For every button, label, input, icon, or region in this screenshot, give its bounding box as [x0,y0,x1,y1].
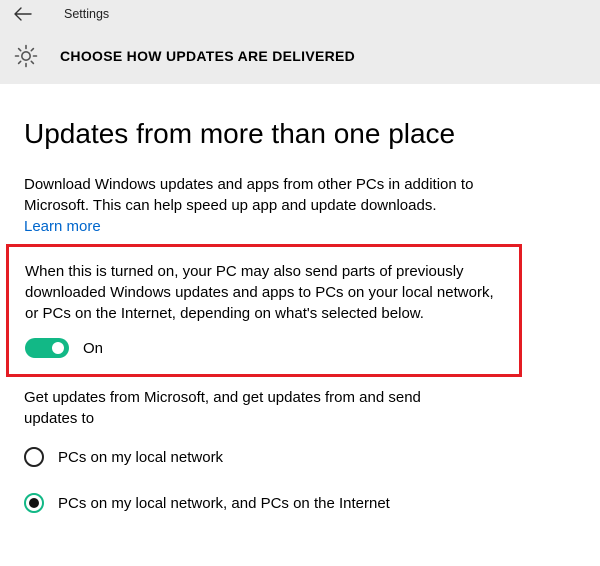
learn-more-link[interactable]: Learn more [24,218,101,235]
page-title: Updates from more than one place [24,118,576,150]
header-sub: CHOOSE HOW UPDATES ARE DELIVERED [0,24,600,70]
radio-option-internet[interactable]: PCs on my local network, and PCs on the … [24,493,576,513]
header-bar: Settings CH [0,0,600,84]
subtext: Get updates from Microsoft, and get upda… [24,387,464,429]
radio-icon [24,493,44,513]
header-top: Settings [0,0,600,24]
radio-icon [24,447,44,467]
radio-option-local[interactable]: PCs on my local network [24,447,576,467]
content-area: Updates from more than one place Downloa… [0,84,600,513]
section-title: CHOOSE HOW UPDATES ARE DELIVERED [40,48,355,64]
feature-toggle[interactable] [25,338,69,358]
radio-label: PCs on my local network [58,449,223,466]
app-title: Settings [46,7,109,21]
back-button[interactable] [0,7,46,21]
arrow-left-icon [14,7,32,21]
toggle-knob [52,342,64,354]
intro-text: Download Windows updates and apps from o… [24,174,494,216]
toggle-row: On [25,338,503,358]
highlight-box: When this is turned on, your PC may also… [6,244,522,377]
gear-icon [12,42,40,70]
highlight-text: When this is turned on, your PC may also… [25,261,503,324]
toggle-label: On [83,340,103,357]
radio-label: PCs on my local network, and PCs on the … [58,495,390,512]
